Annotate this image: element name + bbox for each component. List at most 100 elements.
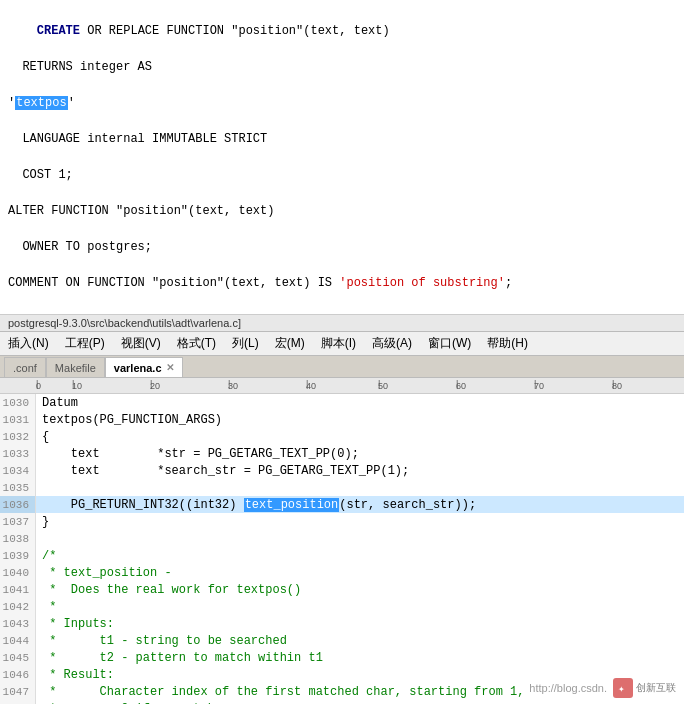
menu-insert[interactable]: 插入(N): [4, 334, 53, 353]
table-row: 1043 * Inputs:: [0, 615, 684, 632]
menu-help[interactable]: 帮助(H): [483, 334, 532, 353]
line-num-1039: 1039: [0, 547, 36, 564]
sql-line-2: RETURNS integer AS: [8, 60, 152, 74]
line-content-1042: *: [36, 598, 56, 615]
line-content-1034: text *search_str = PG_GETARG_TEXT_PP(1);: [36, 462, 409, 479]
line-num-1036: 1036: [0, 496, 36, 513]
watermark-logo-text: 创新互联: [636, 681, 676, 695]
sql-line-3: 'textpos': [8, 96, 75, 110]
menu-format[interactable]: 格式(T): [173, 334, 220, 353]
table-row: 1045 * t2 - pattern to match within t1: [0, 649, 684, 666]
line-num-1038: 1038: [0, 530, 36, 547]
line-num-1032: 1032: [0, 428, 36, 445]
line-content-1045: * t2 - pattern to match within t1: [36, 649, 323, 666]
line-num-1034: 1034: [0, 462, 36, 479]
tab-varlena[interactable]: varlena.c ✕: [105, 357, 183, 377]
line-num-1031: 1031: [0, 411, 36, 428]
filepath-text: postgresql-9.3.0\src\backend\utils\adt\v…: [8, 317, 241, 329]
tabbar: .conf Makefile varlena.c ✕: [0, 356, 684, 378]
watermark-url: http://blog.csdn.: [529, 682, 607, 694]
tab-close-icon[interactable]: ✕: [166, 362, 174, 373]
line-content-1038: [36, 530, 42, 547]
code-area: 1030 Datum 1031 textpos(PG_FUNCTION_ARGS…: [0, 394, 684, 704]
sql-line-1: CREATE OR REPLACE FUNCTION "position"(te…: [37, 24, 390, 38]
menu-macro[interactable]: 宏(M): [271, 334, 309, 353]
table-row: 1032 {: [0, 428, 684, 445]
table-row: 1041 * Does the real work for textpos(): [0, 581, 684, 598]
line-num-1041: 1041: [0, 581, 36, 598]
ruler-20: 20: [150, 381, 228, 391]
line-content-1041: * Does the real work for textpos(): [36, 581, 301, 598]
table-row: 1034 text *search_str = PG_GETARG_TEXT_P…: [0, 462, 684, 479]
table-row: 1040 * text_position -: [0, 564, 684, 581]
ruler-50: 50: [378, 381, 456, 391]
ruler-70: 70: [534, 381, 612, 391]
table-row: 1036 PG_RETURN_INT32((int32) text_positi…: [0, 496, 684, 513]
line-content-1036: PG_RETURN_INT32((int32) text_position(st…: [36, 496, 476, 513]
table-row: 1048 * or 0 if no match.: [0, 700, 684, 704]
line-content-1031: textpos(PG_FUNCTION_ARGS): [36, 411, 222, 428]
ruler-0: 0: [36, 381, 72, 391]
table-row: 1030 Datum: [0, 394, 684, 411]
line-content-1043: * Inputs:: [36, 615, 114, 632]
sql-line-8: COMMENT ON FUNCTION "position"(text, tex…: [8, 276, 512, 290]
tab-makefile[interactable]: Makefile: [46, 357, 105, 377]
sql-line-5: COST 1;: [8, 168, 73, 182]
ruler-30: 30: [228, 381, 306, 391]
tab-conf[interactable]: .conf: [4, 357, 46, 377]
sql-line-6: ALTER FUNCTION "position"(text, text): [8, 204, 274, 218]
ruler-marks: 0 10 20 30 40 50 60 70 80: [0, 381, 684, 391]
ruler-80: 80: [612, 381, 684, 391]
line-num-1035: 1035: [0, 479, 36, 496]
line-num-1030: 1030: [0, 394, 36, 411]
sql-line-7: OWNER TO postgres;: [8, 240, 152, 254]
table-row: 1042 *: [0, 598, 684, 615]
ruler-60: 60: [456, 381, 534, 391]
svg-text:✦: ✦: [618, 685, 625, 694]
watermark: http://blog.csdn. ✦ 创新互联: [529, 678, 676, 698]
menu-window[interactable]: 窗口(W): [424, 334, 475, 353]
line-num-1044: 1044: [0, 632, 36, 649]
menu-col[interactable]: 列(L): [228, 334, 263, 353]
line-content-1044: * t1 - string to be searched: [36, 632, 287, 649]
line-num-1042: 1042: [0, 598, 36, 615]
line-content-1046: * Result:: [36, 666, 114, 683]
line-content-1048: * or 0 if no match.: [36, 700, 222, 704]
menu-advanced[interactable]: 高级(A): [368, 334, 416, 353]
sql-panel: CREATE OR REPLACE FUNCTION "position"(te…: [0, 0, 684, 315]
line-content-1040: * text_position -: [36, 564, 172, 581]
line-content-1039: /*: [36, 547, 56, 564]
filepath-bar: postgresql-9.3.0\src\backend\utils\adt\v…: [0, 315, 684, 332]
line-content-1047: * Character index of the first matched c…: [36, 683, 524, 700]
line-content-1032: {: [36, 428, 49, 445]
line-num-1048: 1048: [0, 700, 36, 704]
ruler-10: 10: [72, 381, 150, 391]
menubar: 插入(N) 工程(P) 视图(V) 格式(T) 列(L) 宏(M) 脚本(I) …: [0, 332, 684, 356]
table-row: 1037 }: [0, 513, 684, 530]
ruler: 0 10 20 30 40 50 60 70 80: [0, 378, 684, 394]
menu-script[interactable]: 脚本(I): [317, 334, 360, 353]
watermark-logo-icon: ✦: [613, 678, 633, 698]
line-num-1047: 1047: [0, 683, 36, 700]
line-content-1033: text *str = PG_GETARG_TEXT_PP(0);: [36, 445, 359, 462]
line-num-1033: 1033: [0, 445, 36, 462]
sql-line-4: LANGUAGE internal IMMUTABLE STRICT: [8, 132, 267, 146]
ruler-40: 40: [306, 381, 378, 391]
line-num-1046: 1046: [0, 666, 36, 683]
table-row: 1044 * t1 - string to be searched: [0, 632, 684, 649]
table-row: 1039 /*: [0, 547, 684, 564]
line-content-1030: Datum: [36, 394, 78, 411]
line-num-1045: 1045: [0, 649, 36, 666]
line-content-1035: [36, 479, 42, 496]
main-container: CREATE OR REPLACE FUNCTION "position"(te…: [0, 0, 684, 704]
menu-view[interactable]: 视图(V): [117, 334, 165, 353]
table-row: 1031 textpos(PG_FUNCTION_ARGS): [0, 411, 684, 428]
table-row: 1035: [0, 479, 684, 496]
line-num-1040: 1040: [0, 564, 36, 581]
line-num-1043: 1043: [0, 615, 36, 632]
line-content-1037: }: [36, 513, 49, 530]
menu-project[interactable]: 工程(P): [61, 334, 109, 353]
table-row: 1033 text *str = PG_GETARG_TEXT_PP(0);: [0, 445, 684, 462]
table-row: 1038: [0, 530, 684, 547]
line-num-1037: 1037: [0, 513, 36, 530]
